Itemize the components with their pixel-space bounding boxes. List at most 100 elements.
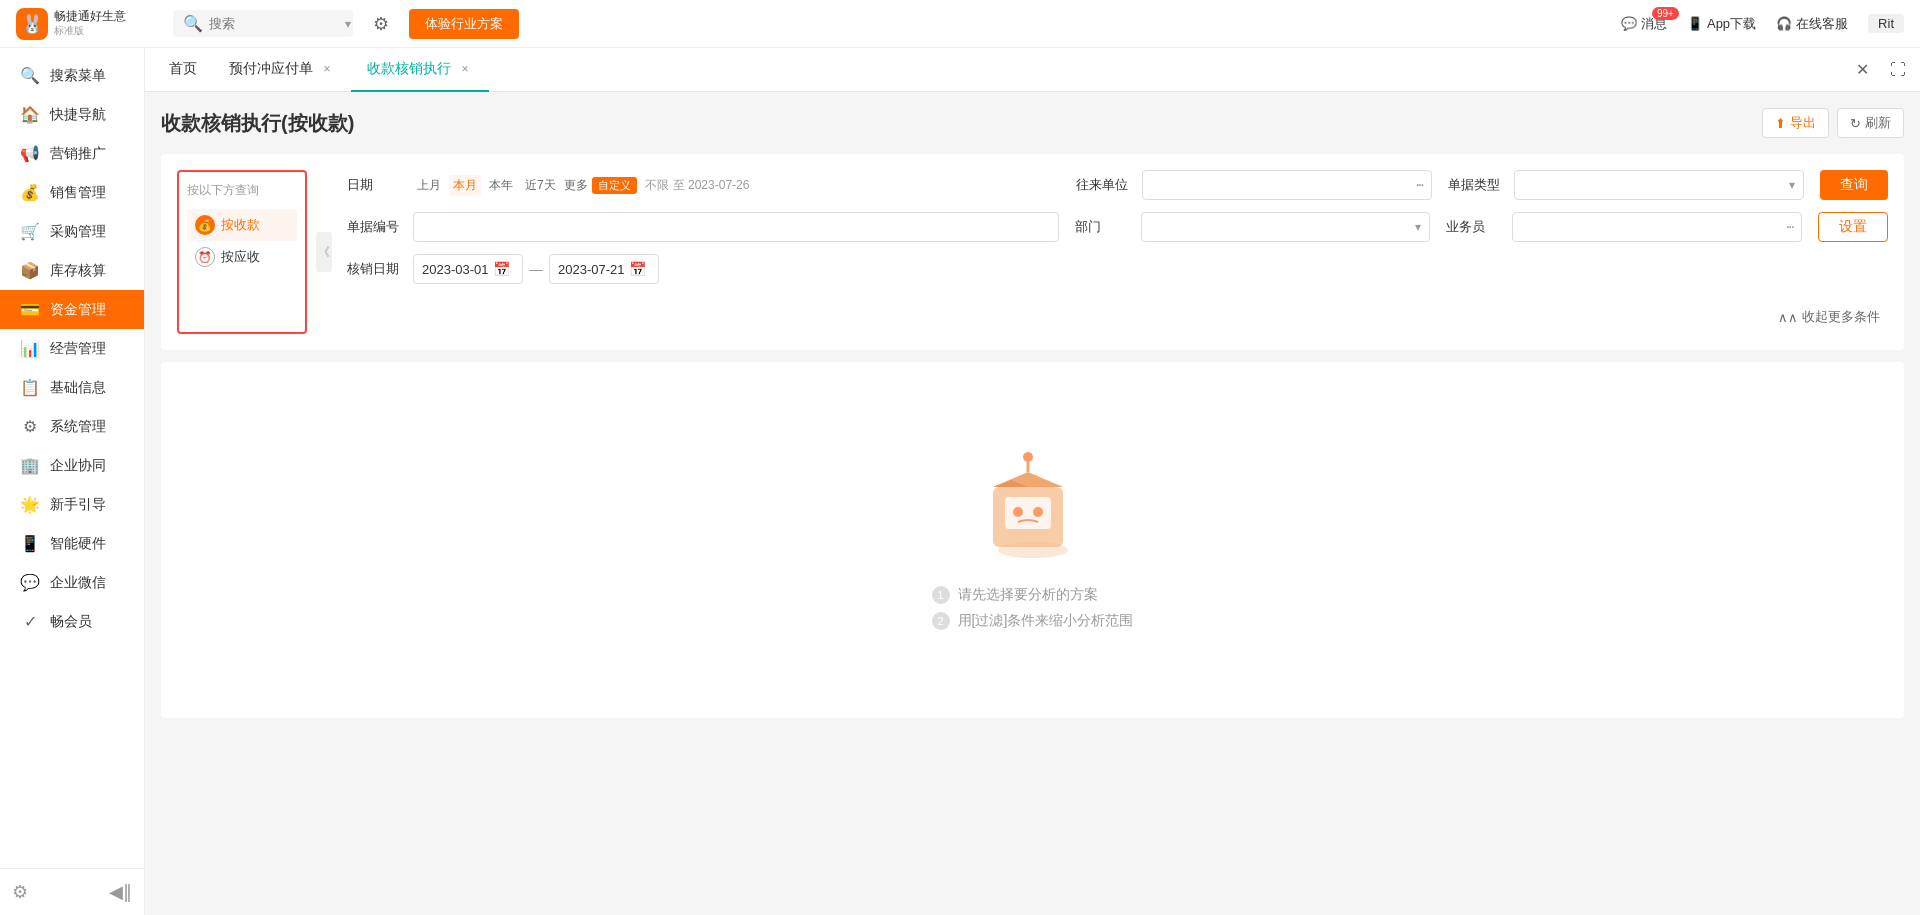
search-menu-icon: 🔍 [20,66,40,85]
dept-select[interactable]: ▾ [1141,212,1431,242]
collapse-more-button[interactable]: ∧∧ 收起更多条件 [1770,300,1888,334]
industry-button[interactable]: 体验行业方案 [409,9,519,39]
logo-icon: 🐰 [16,8,48,40]
service-icon: 🎧 [1776,16,1792,31]
sidebar-item-label: 资金管理 [50,301,106,319]
sidebar-item-system[interactable]: ⚙ 系统管理 [0,407,144,446]
filter-option-by-receipt[interactable]: 💰 按收款 [187,209,297,241]
tab-close-all-button[interactable]: ✕ [1848,56,1876,84]
writeoff-date-to-value: 2023-07-21 [558,262,625,277]
filter-writeoff-date-cell: 核销日期 2023-03-01 📅 — 2023-07-21 📅 [347,254,1888,284]
filter-staff-cell: 业务员 ··· [1446,212,1802,242]
svg-point-6 [1013,507,1023,517]
sidebar-item-enterprise[interactable]: 🏢 企业协同 [0,446,144,485]
filter-panel: 按以下方查询 💰 按收款 ⏰ 按应收 《 [161,154,1904,350]
purchase-icon: 🛒 [20,222,40,241]
sales-icon: 💰 [20,183,40,202]
hint-num-2: 2 [932,612,950,630]
staff-dots-icon: ··· [1786,218,1793,236]
writeoff-date-label: 核销日期 [347,260,407,278]
sidebar-item-smart-hw[interactable]: 📱 智能硬件 [0,524,144,563]
writeoff-date-to-input[interactable]: 2023-07-21 📅 [549,254,659,284]
sidebar-item-quick-nav[interactable]: 🏠 快捷导航 [0,95,144,134]
sidebar-item-label: 新手引导 [50,496,106,514]
message-icon: 💬 [1621,16,1637,31]
filter-dept-cell: 部门 ▾ [1075,212,1431,242]
sidebar-item-beginner[interactable]: 🌟 新手引导 [0,485,144,524]
user-name[interactable]: Rit [1868,14,1904,33]
refresh-icon: ↻ [1850,116,1861,131]
header-search-box[interactable]: 🔍 ▾ [173,10,353,37]
sidebar-item-label: 企业微信 [50,574,106,592]
query-btn-cell: 查询 [1820,170,1888,200]
message-badge: 99+ [1652,7,1679,20]
filter-receivable-icon: ⏰ [195,247,215,267]
svg-rect-5 [1005,497,1051,529]
filter-collapse-button[interactable]: 《 [316,232,332,272]
writeoff-date-from-input[interactable]: 2023-03-01 📅 [413,254,523,284]
inventory-icon: 📦 [20,261,40,280]
export-button[interactable]: ⬆ 导出 [1762,108,1829,138]
collapse-row: ∧∧ 收起更多条件 [347,296,1888,334]
voucher-no-input[interactable] [413,212,1059,242]
sidebar-item-marketing[interactable]: 📢 营销推广 [0,134,144,173]
empty-state: 1 请先选择要分析的方案 2 用[过滤]条件来缩小分析范围 [161,362,1904,718]
sidebar: 🔍 搜索菜单 🏠 快捷导航 📢 营销推广 💰 销售管理 🛒 采购管理 📦 [0,48,145,915]
filter-grid: 日期 上月 本月 本年 近7天 更多 自定义 不限 至 2023-07-26 [347,170,1888,334]
search-input[interactable] [209,16,339,31]
sidebar-settings-icon[interactable]: ⚙ [12,881,28,903]
date-quick-this-year[interactable]: 本年 [485,175,517,196]
header-right: 💬 消息 99+ 📱 App下载 🎧 在线客服 Rit [1621,14,1904,33]
sidebar-item-inventory[interactable]: 📦 库存核算 [0,251,144,290]
sidebar-item-label: 智能硬件 [50,535,106,553]
tab-home[interactable]: 首页 [153,48,213,92]
tab-prepay[interactable]: 预付冲应付单 × [213,48,351,92]
sidebar-item-enterprise-wx[interactable]: 💬 企业微信 [0,563,144,602]
filter-receipt-icon: 💰 [195,215,215,235]
empty-svg [973,442,1093,562]
date-more-button[interactable]: 更多 [564,177,588,194]
sidebar-item-sales[interactable]: 💰 销售管理 [0,173,144,212]
message-button[interactable]: 💬 消息 99+ [1621,15,1667,33]
system-icon: ⚙ [20,417,40,436]
tab-receive-writeoff[interactable]: 收款核销执行 × [351,48,489,92]
date-custom-badge[interactable]: 自定义 [592,177,637,194]
voucher-type-select[interactable]: ▾ [1514,170,1804,200]
app-download-button[interactable]: 📱 App下载 [1687,15,1756,33]
filter-option-by-receivable[interactable]: ⏰ 按应收 [187,241,297,273]
settings-button[interactable]: 设置 [1818,212,1888,242]
staff-select[interactable]: ··· [1512,212,1802,242]
tab-prepay-label: 预付冲应付单 [229,60,313,78]
sidebar-item-member[interactable]: ✓ 畅会员 [0,602,144,641]
date-quick-this-month[interactable]: 本月 [449,175,481,196]
tab-receive-writeoff-label: 收款核销执行 [367,60,451,78]
sidebar-item-operations[interactable]: 📊 经营管理 [0,329,144,368]
finance-icon: 💳 [20,300,40,319]
marketing-icon: 📢 [20,144,40,163]
filter-option2-label: 按应收 [221,248,260,266]
app-sub: 标准版 [54,24,126,38]
refresh-button[interactable]: ↻ 刷新 [1837,108,1904,138]
svg-point-7 [1033,507,1043,517]
sidebar-item-search-menu[interactable]: 🔍 搜索菜单 [0,56,144,95]
quick-nav-icon: 🏠 [20,105,40,124]
query-button[interactable]: 查询 [1820,170,1888,200]
gear-button[interactable]: ⚙ [365,8,397,40]
sidebar-item-purchase[interactable]: 🛒 采购管理 [0,212,144,251]
sidebar-item-finance[interactable]: 💳 资金管理 [0,290,144,329]
filter-counterpart-cell: 往来单位 ··· [1076,170,1432,200]
tab-prepay-close[interactable]: × [319,61,335,77]
sidebar-collapse-icon[interactable]: ◀‖ [109,881,132,903]
sidebar-item-label: 经营管理 [50,340,106,358]
tab-maximize-button[interactable]: ⛶ [1884,56,1912,84]
calendar-to-icon: 📅 [629,261,646,277]
date-quick-last-month[interactable]: 上月 [413,175,445,196]
sidebar-item-basic-info[interactable]: 📋 基础信息 [0,368,144,407]
date-quick-7days[interactable]: 近7天 [521,175,560,196]
tab-receive-writeoff-close[interactable]: × [457,61,473,77]
sidebar-bottom: ⚙ ◀‖ [0,868,144,915]
filter-voucher-type-cell: 单据类型 ▾ [1448,170,1804,200]
online-service-button[interactable]: 🎧 在线客服 [1776,15,1848,33]
counterpart-select[interactable]: ··· [1142,170,1432,200]
filter-sidebar-title: 按以下方查询 [187,182,297,199]
